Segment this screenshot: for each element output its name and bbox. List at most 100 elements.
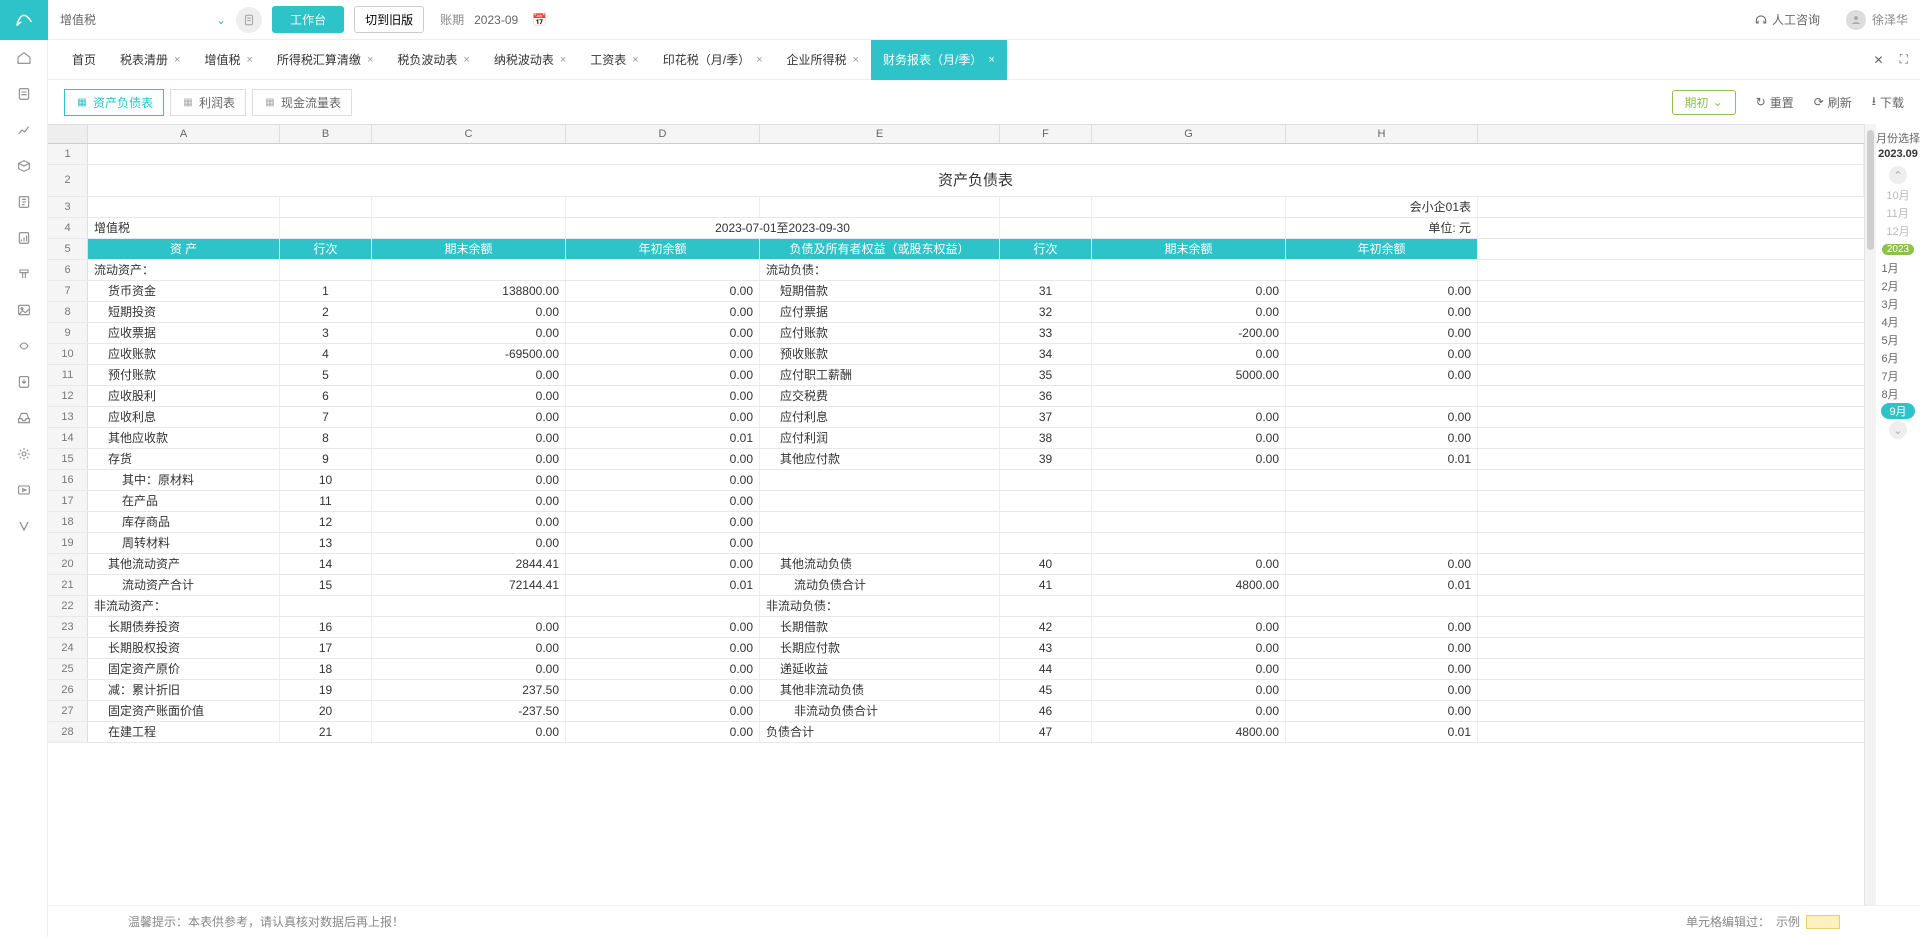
cell[interactable] [280, 596, 372, 616]
cell[interactable] [1092, 533, 1286, 553]
cell[interactable]: 0.01 [1286, 722, 1478, 742]
cell[interactable] [1000, 491, 1092, 511]
reset-button[interactable]: ↻ 重置 [1756, 94, 1794, 111]
cell[interactable]: 0.00 [1286, 323, 1478, 343]
cell[interactable] [1092, 512, 1286, 532]
cell[interactable]: 41 [1000, 575, 1092, 595]
cell[interactable]: 短期借款 [760, 281, 1000, 301]
cell[interactable]: 47 [1000, 722, 1092, 742]
cell[interactable]: 0.00 [372, 512, 566, 532]
cell[interactable] [1286, 512, 1478, 532]
support-link[interactable]: 人工咨询 [1754, 11, 1820, 28]
cell[interactable]: 其他流动资产 [88, 554, 280, 574]
cell[interactable]: 0.00 [1286, 302, 1478, 322]
tab-纳税波动表[interactable]: 纳税波动表× [482, 40, 578, 80]
cell[interactable]: 0.00 [372, 386, 566, 406]
cell[interactable]: 37 [1000, 407, 1092, 427]
row-number[interactable]: 2 [48, 165, 88, 196]
cell[interactable] [1092, 470, 1286, 490]
doc-circle-button[interactable] [236, 7, 262, 33]
row-number[interactable]: 25 [48, 659, 88, 679]
cell[interactable]: 0.00 [1092, 407, 1286, 427]
tab-税负波动表[interactable]: 税负波动表× [385, 40, 481, 80]
row-number[interactable]: 22 [48, 596, 88, 616]
cell[interactable]: 0.00 [1286, 617, 1478, 637]
cell[interactable]: 负债合计 [760, 722, 1000, 742]
cell[interactable] [760, 491, 1000, 511]
cell[interactable] [1000, 512, 1092, 532]
cell[interactable]: 0.00 [372, 428, 566, 448]
switch-old-button[interactable]: 切到旧版 [354, 6, 424, 33]
cell[interactable]: 31 [1000, 281, 1092, 301]
cell[interactable]: 2 [280, 302, 372, 322]
cell[interactable]: 应付票据 [760, 302, 1000, 322]
cell[interactable]: 0.00 [566, 512, 760, 532]
cell[interactable] [1000, 596, 1092, 616]
cell[interactable]: 18 [280, 659, 372, 679]
cell[interactable]: 138800.00 [372, 281, 566, 301]
cell[interactable]: 39 [1000, 449, 1092, 469]
close-icon[interactable]: × [367, 54, 373, 66]
cell[interactable]: 8 [280, 428, 372, 448]
month-option[interactable]: 7月 [1881, 367, 1914, 385]
cell[interactable]: 19 [280, 680, 372, 700]
cell[interactable] [566, 596, 760, 616]
cell[interactable]: 36 [1000, 386, 1092, 406]
cell[interactable]: 40 [1000, 554, 1092, 574]
cell[interactable]: 0.00 [566, 449, 760, 469]
calendar-icon[interactable]: 📅 [532, 13, 547, 27]
cell[interactable] [1286, 260, 1478, 280]
cell[interactable]: 0.00 [372, 323, 566, 343]
cell[interactable]: 固定资产原价 [88, 659, 280, 679]
month-option[interactable]: 12月 [1886, 222, 1909, 240]
cell[interactable] [1286, 386, 1478, 406]
cell[interactable]: 流动资产： [88, 260, 280, 280]
cell[interactable]: 0.00 [566, 533, 760, 553]
cell[interactable]: 5000.00 [1092, 365, 1286, 385]
cell[interactable] [1286, 470, 1478, 490]
cell[interactable]: 0.00 [372, 533, 566, 553]
cell[interactable]: 应付利息 [760, 407, 1000, 427]
cell[interactable]: -237.50 [372, 701, 566, 721]
cell[interactable]: 0.00 [1286, 701, 1478, 721]
tab-企业所得税[interactable]: 企业所得税× [775, 40, 871, 80]
cell[interactable]: 0.00 [372, 491, 566, 511]
cell[interactable] [280, 260, 372, 280]
cell[interactable]: 0.01 [566, 575, 760, 595]
cell[interactable]: 0.00 [372, 365, 566, 385]
cell[interactable]: -200.00 [1092, 323, 1286, 343]
cell[interactable]: 0.00 [566, 680, 760, 700]
cell[interactable]: 13 [280, 533, 372, 553]
cell[interactable]: 0.00 [566, 554, 760, 574]
cell[interactable]: 0.00 [1092, 428, 1286, 448]
month-nav-down-icon[interactable]: ⌄ [1889, 421, 1907, 439]
month-option[interactable]: 1月 [1881, 259, 1914, 277]
cell[interactable]: 0.00 [566, 470, 760, 490]
cell[interactable]: 周转材料 [88, 533, 280, 553]
cell[interactable]: 应收票据 [88, 323, 280, 343]
cell[interactable]: 预付账款 [88, 365, 280, 385]
cell[interactable]: 0.01 [566, 428, 760, 448]
row-number[interactable]: 8 [48, 302, 88, 322]
cell[interactable] [1092, 491, 1286, 511]
month-option[interactable]: 6月 [1881, 349, 1914, 367]
cell[interactable]: 0.00 [372, 449, 566, 469]
cell[interactable]: 2844.41 [372, 554, 566, 574]
cell[interactable]: 在建工程 [88, 722, 280, 742]
cell[interactable]: 0.00 [566, 365, 760, 385]
month-option[interactable]: 10月 [1886, 186, 1909, 204]
cell[interactable]: 其他流动负债 [760, 554, 1000, 574]
cell[interactable]: 0.00 [1092, 638, 1286, 658]
cell[interactable]: 其中：原材料 [88, 470, 280, 490]
cell[interactable] [1092, 386, 1286, 406]
cell[interactable] [1000, 260, 1092, 280]
cell[interactable]: 17 [280, 638, 372, 658]
nav-export-icon[interactable] [0, 364, 48, 400]
cell[interactable]: 0.00 [372, 659, 566, 679]
cell[interactable]: 0.00 [372, 638, 566, 658]
row-number[interactable]: 23 [48, 617, 88, 637]
tab-增值税[interactable]: 增值税× [192, 40, 264, 80]
close-icon[interactable]: × [174, 54, 180, 66]
tab-工资表[interactable]: 工资表× [578, 40, 650, 80]
nav-v-icon[interactable] [0, 508, 48, 544]
